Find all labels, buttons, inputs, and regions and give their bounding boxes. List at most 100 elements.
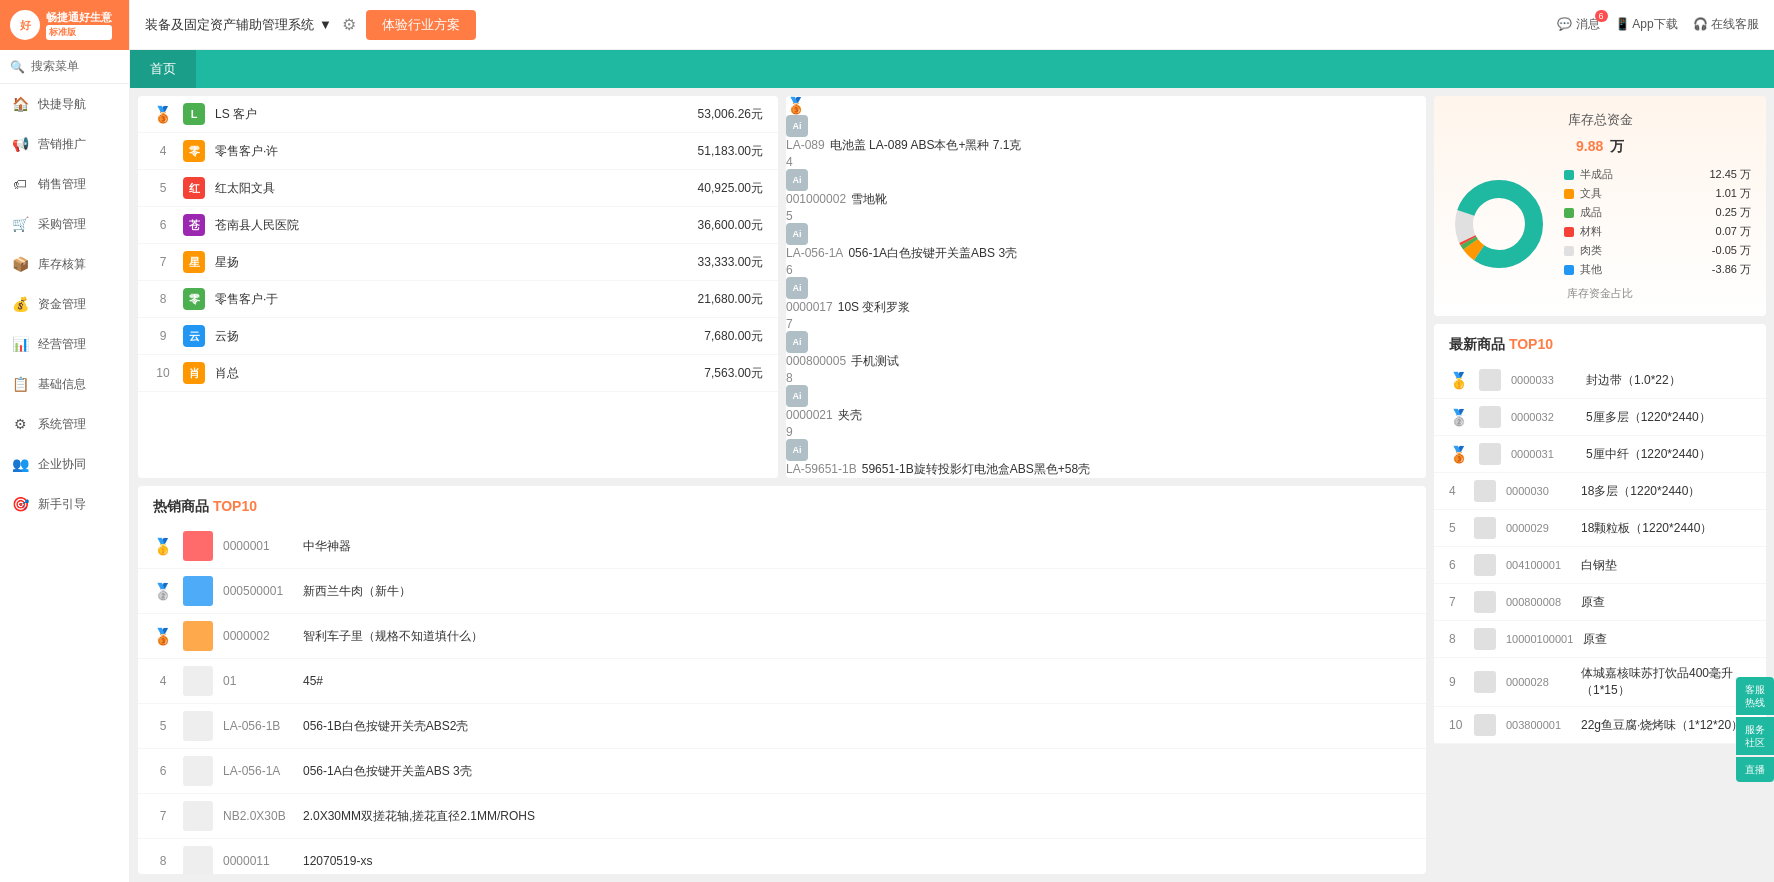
latest-row-5[interactable]: 5 0000029 18颗粒板（1220*2440） <box>1434 510 1766 547</box>
goods-row-7[interactable]: 7 Ai 000800005手机测试 <box>786 316 1426 370</box>
basic-icon: 📋 <box>10 374 30 394</box>
search-icon: 🔍 <box>10 60 25 74</box>
product-row-8[interactable]: 8 0000011 12070519-xs <box>138 839 1426 874</box>
customer-row-4[interactable]: 4 零 零售客户·许 51,183.00元 <box>138 133 778 170</box>
product-row-7[interactable]: 7 NB2.0X30B 2.0X30MM双搓花轴,搓花直径2.1MM/ROHS <box>138 794 1426 839</box>
latest-code: 10000100001 <box>1506 633 1573 645</box>
customer-amount: 21,680.00元 <box>698 291 763 308</box>
medal-icon: 🥉 <box>153 627 173 646</box>
product-code: 000500001 <box>223 584 293 598</box>
middle-panels: 🥉 L LS 客户 53,006.26元 4 零 零售客户·许 51,183.0… <box>130 88 1434 882</box>
sidebar-item-marketing[interactable]: 📢 营销推广 <box>0 124 129 164</box>
finance-icon: 💰 <box>10 294 30 314</box>
rank-num: 6 <box>153 764 173 778</box>
latest-row-8[interactable]: 8 10000100001 原查 <box>1434 621 1766 658</box>
system-selector[interactable]: 装备及固定资产辅助管理系统 ▼ <box>145 16 332 34</box>
sidebar-item-stock[interactable]: 📦 库存核算 <box>0 244 129 284</box>
sidebar-item-system[interactable]: ⚙ 系统管理 <box>0 404 129 444</box>
product-code: 0000002 <box>223 629 293 643</box>
app-download-button[interactable]: 📱 App下载 <box>1615 16 1678 33</box>
sidebar-item-collab[interactable]: 👥 企业协同 <box>0 444 129 484</box>
product-row-5[interactable]: 5 LA-056-1B 056-1B白色按键开关壳ABS2壳 <box>138 704 1426 749</box>
customer-row-3[interactable]: 🥉 L LS 客户 53,006.26元 <box>138 96 778 133</box>
customer-row-8[interactable]: 8 零 零售客户·于 21,680.00元 <box>138 281 778 318</box>
customer-row-9[interactable]: 9 云 云扬 7,680.00元 <box>138 318 778 355</box>
latest-row-1[interactable]: 🥇 0000033 封边带（1.0*22） <box>1434 362 1766 399</box>
rank-num: 10 <box>1449 718 1464 732</box>
latest-row-9[interactable]: 9 0000028 体城嘉核味苏打饮品400毫升（1*15） <box>1434 658 1766 707</box>
sidebar-item-purchase[interactable]: 🛒 采购管理 <box>0 204 129 244</box>
rank-num: 5 <box>153 719 173 733</box>
product-row-1[interactable]: 🥇 0000001 中华神器 <box>138 524 1426 569</box>
latest-row-4[interactable]: 4 0000030 18多层（1220*2440） <box>1434 473 1766 510</box>
product-img <box>183 801 213 831</box>
latest-row-10[interactable]: 10 003800001 22g鱼豆腐·烧烤味（1*12*20） <box>1434 707 1766 744</box>
product-img <box>183 666 213 696</box>
sidebar-item-sales[interactable]: 🏷 销售管理 <box>0 164 129 204</box>
hot-products-title: 热销商品 TOP10 <box>138 486 1426 524</box>
float-service-community[interactable]: 服务社区 <box>1736 717 1774 755</box>
system-name: 装备及固定资产辅助管理系统 <box>145 16 314 34</box>
medal-icon: 🥈 <box>1449 408 1469 427</box>
trial-button[interactable]: 体验行业方案 <box>366 10 476 40</box>
customer-row-6[interactable]: 6 苍 苍南县人民医院 36,600.00元 <box>138 207 778 244</box>
sidebar-search[interactable]: 🔍 搜索菜单 <box>0 50 129 84</box>
float-livestream[interactable]: 直播 <box>1736 757 1774 782</box>
sidebar-item-home[interactable]: 🏠 快捷导航 <box>0 84 129 124</box>
home-icon: 🏠 <box>10 94 30 114</box>
latest-code: 004100001 <box>1506 559 1571 571</box>
product-row-4[interactable]: 4 01 45# <box>138 659 1426 704</box>
rank-num: 7 <box>786 317 793 331</box>
float-service-hotline[interactable]: 客服热线 <box>1736 677 1774 715</box>
legend-item-stationery: 文具 1.01 万 <box>1564 186 1751 201</box>
sidebar-item-guide[interactable]: 🎯 新手引导 <box>0 484 129 524</box>
legend-dot <box>1564 208 1574 218</box>
customer-row-5[interactable]: 5 红 红太阳文具 40,925.00元 <box>138 170 778 207</box>
sidebar-item-operation[interactable]: 📊 经营管理 <box>0 324 129 364</box>
float-buttons: 客服热线 服务社区 直播 <box>1736 677 1774 782</box>
rank-num: 4 <box>1449 484 1464 498</box>
product-row-6[interactable]: 6 LA-056-1A 056-1A白色按键开关盖ABS 3壳 <box>138 749 1426 794</box>
online-service-button[interactable]: 🎧 在线客服 <box>1693 16 1759 33</box>
sidebar-item-basic[interactable]: 📋 基础信息 <box>0 364 129 404</box>
purchase-icon: 🛒 <box>10 214 30 234</box>
goods-row-8[interactable]: 8 Ai 0000021夹壳 <box>786 370 1426 424</box>
goods-row-6[interactable]: 6 Ai 000001710S 变利罗浆 <box>786 262 1426 316</box>
logo-area: 好 畅捷通好生意 标准版 <box>0 0 129 50</box>
product-name: 056-1A白色按键开关盖ABS 3壳 <box>303 763 1411 780</box>
latest-row-6[interactable]: 6 004100001 白钢垫 <box>1434 547 1766 584</box>
sidebar-item-finance[interactable]: 💰 资金管理 <box>0 284 129 324</box>
goods-row-4[interactable]: 4 Ai 001000002雪地靴 <box>786 154 1426 208</box>
legend-item-meat: 肉类 -0.05 万 <box>1564 243 1751 258</box>
product-code: 01 <box>223 674 293 688</box>
settings-icon[interactable]: ⚙ <box>342 15 356 34</box>
customer-amount: 36,600.00元 <box>698 217 763 234</box>
product-code: 0000011 <box>223 854 293 868</box>
goods-row-9[interactable]: 9 Ai LA-59651-1B59651-1B旋转投影灯电池盒ABS黑色+58… <box>786 424 1426 478</box>
product-row-2[interactable]: 🥈 000500001 新西兰牛肉（新牛） <box>138 569 1426 614</box>
headset-icon: 🎧 <box>1693 17 1708 31</box>
product-row-3[interactable]: 🥉 0000002 智利车子里（规格不知道填什么） <box>138 614 1426 659</box>
latest-row-3[interactable]: 🥉 0000031 5厘中纤（1220*2440） <box>1434 436 1766 473</box>
stock-icon: 📦 <box>10 254 30 274</box>
goods-badge: Ai <box>786 331 808 353</box>
tab-home[interactable]: 首页 <box>130 50 196 88</box>
customer-row-7[interactable]: 7 星 星扬 33,333.00元 <box>138 244 778 281</box>
customer-row-10[interactable]: 10 肖 肖总 7,563.00元 <box>138 355 778 392</box>
goods-row-5[interactable]: 5 Ai LA-056-1A056-1A白色按键开关盖ABS 3壳 <box>786 208 1426 262</box>
latest-name: 白钢垫 <box>1581 557 1751 574</box>
rank-num: 4 <box>153 144 173 158</box>
customer-badge: 零 <box>183 140 205 162</box>
latest-row-7[interactable]: 7 000800008 原查 <box>1434 584 1766 621</box>
latest-row-2[interactable]: 🥈 0000032 5厘多层（1220*2440） <box>1434 399 1766 436</box>
message-button[interactable]: 💬 消息 6 <box>1557 16 1599 33</box>
sales-icon: 🏷 <box>10 174 30 194</box>
stock-caption: 库存资金占比 <box>1449 286 1751 301</box>
marketing-icon: 📢 <box>10 134 30 154</box>
message-count: 6 <box>1595 10 1608 22</box>
goods-row-3[interactable]: 🥉 Ai LA-089电池盖 LA-089 ABS本色+黑种 7.1克 <box>786 96 1426 154</box>
latest-name: 原查 <box>1581 594 1751 611</box>
latest-code: 0000030 <box>1506 485 1571 497</box>
stock-total-label: 库存总资金 <box>1449 111 1751 129</box>
medal-icon: 🥈 <box>153 582 173 601</box>
